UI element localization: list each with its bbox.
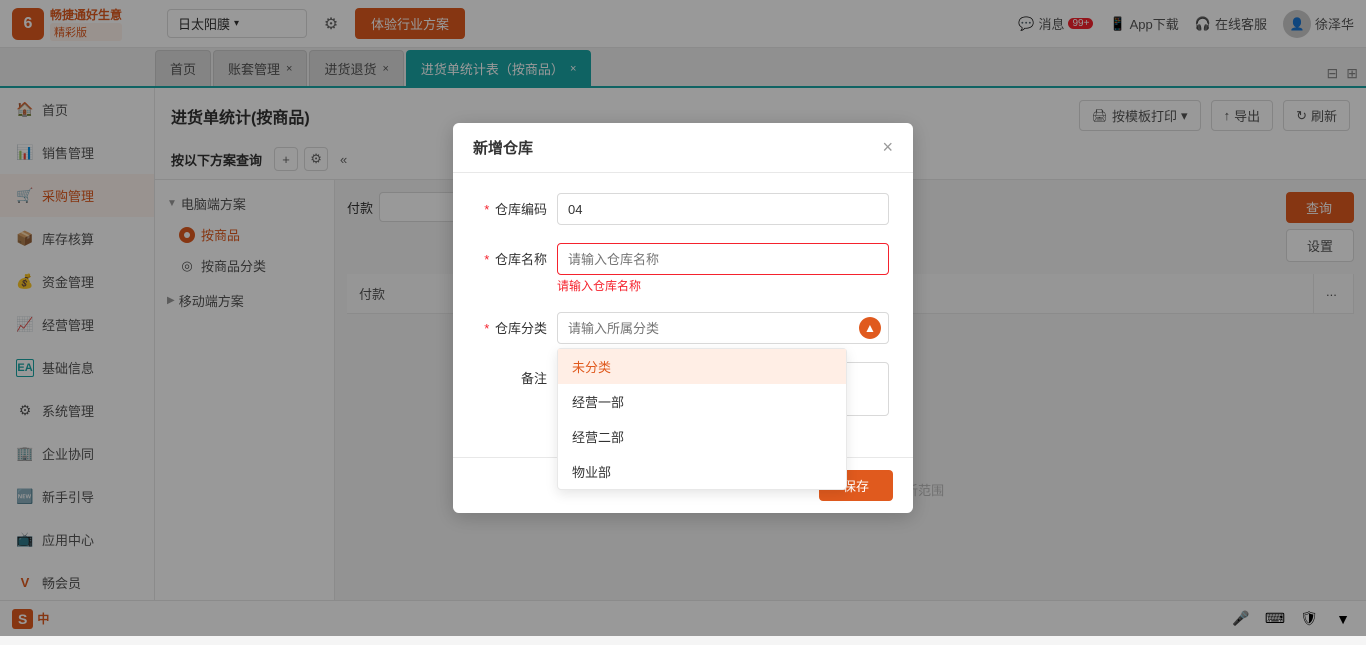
warehouse-category-arrow-icon[interactable]: ▲ bbox=[859, 317, 881, 339]
dropdown-option-dept1[interactable]: 经营一部 bbox=[558, 384, 846, 419]
warehouse-name-input[interactable] bbox=[557, 243, 889, 275]
warehouse-category-dropdown: 未分类 经营一部 经营二部 物业部 bbox=[557, 348, 847, 490]
dropdown-option-dept2[interactable]: 经营二部 bbox=[558, 419, 846, 454]
modal-header: 新增仓库 × bbox=[453, 123, 913, 173]
remark-label: 备注 bbox=[477, 362, 547, 387]
warehouse-category-row: * 仓库分类 ▲ 未分类 经营一部 经营二部 物业部 bbox=[477, 312, 889, 344]
warehouse-name-label-text: 仓库名称 bbox=[495, 252, 547, 267]
new-warehouse-modal: 新增仓库 × * 仓库编码 * 仓库名称 bbox=[453, 123, 913, 513]
modal-close-button[interactable]: × bbox=[882, 137, 893, 158]
warehouse-code-label: * 仓库编码 bbox=[477, 193, 547, 218]
remark-label-text: 备注 bbox=[521, 371, 547, 386]
warehouse-name-wrap: 请输入仓库名称 bbox=[557, 243, 889, 294]
warehouse-code-wrap bbox=[557, 193, 889, 225]
warehouse-category-label: * 仓库分类 bbox=[477, 312, 547, 337]
warehouse-name-error: 请输入仓库名称 bbox=[557, 277, 889, 294]
warehouse-category-input[interactable] bbox=[557, 312, 889, 344]
warehouse-code-label-text: 仓库编码 bbox=[495, 202, 547, 217]
dropdown-option-property[interactable]: 物业部 bbox=[558, 454, 846, 489]
warehouse-name-label: * 仓库名称 bbox=[477, 243, 547, 268]
warehouse-category-label-text: 仓库分类 bbox=[495, 321, 547, 336]
dropdown-option-uncategorized[interactable]: 未分类 bbox=[558, 349, 846, 384]
modal-overlay: 新增仓库 × * 仓库编码 * 仓库名称 bbox=[0, 0, 1366, 636]
warehouse-code-input[interactable] bbox=[557, 193, 889, 225]
modal-body: * 仓库编码 * 仓库名称 请输入仓库名称 bbox=[453, 173, 913, 457]
modal-title: 新增仓库 bbox=[473, 137, 533, 158]
warehouse-code-row: * 仓库编码 bbox=[477, 193, 889, 225]
warehouse-category-wrap: ▲ 未分类 经营一部 经营二部 物业部 bbox=[557, 312, 889, 344]
warehouse-name-row: * 仓库名称 请输入仓库名称 bbox=[477, 243, 889, 294]
